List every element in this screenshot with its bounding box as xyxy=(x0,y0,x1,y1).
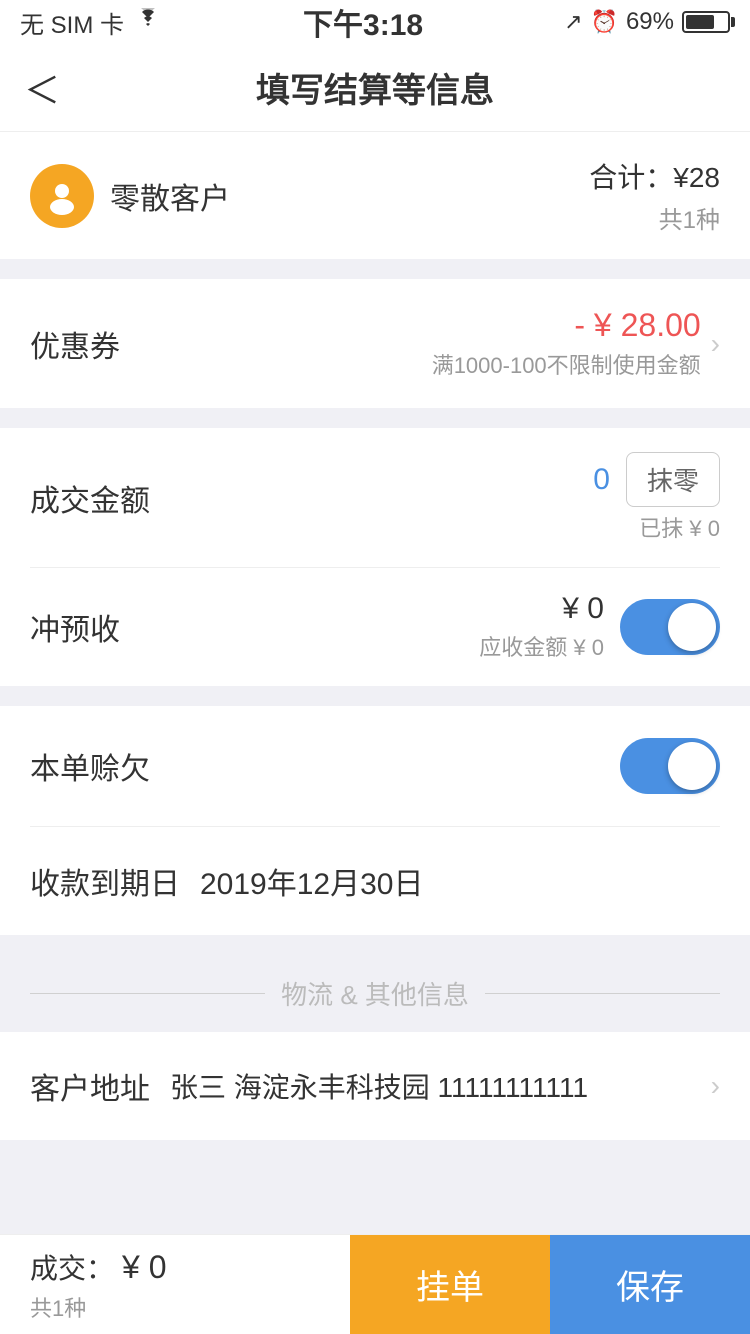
coupon-label: 优惠券 xyxy=(30,322,120,366)
deal-section: 成交金额 0 抹零 已抹 ¥ 0 冲预收 ¥ 0 应收金额 ¥ 0 xyxy=(0,428,750,686)
address-value: 张三 海淀永丰科技园 11111111111 xyxy=(170,1066,588,1106)
content: 零散客户 合计：¥28 共1种 优惠券 - ¥ 28.00 满1000-100不… xyxy=(0,132,750,1260)
total-amount: 合计：¥28 xyxy=(589,156,720,196)
address-left: 客户地址 张三 海淀永丰科技园 11111111111 xyxy=(30,1064,588,1108)
prepaid-amount: ¥ 0 xyxy=(479,592,604,626)
coupon-right: - ¥ 28.00 满1000-100不限制使用金额 › xyxy=(432,307,720,380)
due-date-row: 收款到期日 2019年12月30日 xyxy=(0,827,750,935)
coupon-discount: - ¥ 28.00 xyxy=(432,307,701,344)
chevron-right-icon: › xyxy=(711,328,720,360)
coupon-desc: 满1000-100不限制使用金额 xyxy=(432,348,701,380)
bottom-deal: 成交： ¥ 0 xyxy=(30,1247,320,1287)
avatar xyxy=(30,164,94,228)
logistics-line-left xyxy=(30,993,265,994)
customer-section: 零散客户 合计：¥28 共1种 xyxy=(0,132,750,259)
logistics-label: 物流 & 其他信息 xyxy=(281,975,469,1012)
debt-toggle-knob xyxy=(668,742,716,790)
wifi-icon xyxy=(134,8,162,37)
address-label: 客户地址 xyxy=(30,1064,150,1108)
location-icon: ↗ xyxy=(564,9,582,35)
deal-amount-right: 0 抹零 已抹 ¥ 0 xyxy=(593,452,720,543)
bottom-info: 成交： ¥ 0 共1种 xyxy=(0,1235,350,1334)
nav-bar: ＜ 填写结算等信息 xyxy=(0,44,750,132)
bottom-deal-label: 成交： xyxy=(30,1247,114,1287)
carrier-label: 无 SIM 卡 xyxy=(20,5,124,40)
address-section: 客户地址 张三 海淀永丰科技园 11111111111 › xyxy=(0,1032,750,1140)
prepaid-sub: 应收金额 ¥ 0 xyxy=(479,630,604,662)
logistics-divider: 物流 & 其他信息 xyxy=(0,955,750,1032)
logistics-line-right xyxy=(485,993,720,994)
round-zero-button[interactable]: 抹零 xyxy=(626,452,720,507)
status-right: ↗ ⏰ 69% xyxy=(564,8,730,36)
address-row[interactable]: 客户地址 张三 海淀永丰科技园 11111111111 › xyxy=(0,1032,750,1140)
bottom-count: 共1种 xyxy=(30,1291,320,1323)
prepaid-row: 冲预收 ¥ 0 应收金额 ¥ 0 xyxy=(0,568,750,686)
customer-left: 零散客户 xyxy=(30,164,230,228)
debt-section: 本单赊欠 收款到期日 2019年12月30日 xyxy=(0,706,750,935)
back-button[interactable]: ＜ xyxy=(24,62,60,114)
battery-percent: 69% xyxy=(626,8,674,36)
battery-icon xyxy=(682,11,730,33)
total-count: 共1种 xyxy=(589,200,720,235)
prepaid-amount-block: ¥ 0 应收金额 ¥ 0 xyxy=(479,592,604,662)
save-button[interactable]: 保存 xyxy=(550,1235,750,1334)
coupon-row[interactable]: 优惠券 - ¥ 28.00 满1000-100不限制使用金额 › xyxy=(0,279,750,408)
prepaid-label: 冲预收 xyxy=(30,605,120,649)
status-bar: 无 SIM 卡 下午3:18 ↗ ⏰ 69% xyxy=(0,0,750,44)
hang-order-button[interactable]: 挂单 xyxy=(350,1235,550,1334)
alarm-icon: ⏰ xyxy=(591,9,618,35)
coupon-info: - ¥ 28.00 满1000-100不限制使用金额 xyxy=(432,307,701,380)
debt-toggle[interactable] xyxy=(620,738,720,794)
bottom-bar: 成交： ¥ 0 共1种 挂单 保存 xyxy=(0,1234,750,1334)
debt-label: 本单赊欠 xyxy=(30,744,150,788)
page-title: 填写结算等信息 xyxy=(256,63,494,112)
address-chevron-icon: › xyxy=(711,1070,720,1102)
due-date-value: 2019年12月30日 xyxy=(200,859,423,903)
due-date-label: 收款到期日 xyxy=(30,859,180,903)
debt-row: 本单赊欠 xyxy=(0,706,750,826)
customer-row: 零散客户 合计：¥28 共1种 xyxy=(0,132,750,259)
deal-amount-label: 成交金额 xyxy=(30,476,150,520)
bottom-deal-amount: ¥ 0 xyxy=(122,1249,166,1286)
customer-name: 零散客户 xyxy=(110,174,230,218)
status-time: 下午3:18 xyxy=(303,0,423,44)
deal-amount-row: 成交金额 0 抹零 已抹 ¥ 0 xyxy=(0,428,750,567)
prepaid-toggle[interactable] xyxy=(620,599,720,655)
coupon-section: 优惠券 - ¥ 28.00 满1000-100不限制使用金额 › xyxy=(0,279,750,408)
deal-amount-sub: 已抹 ¥ 0 xyxy=(593,511,720,543)
prepaid-right: ¥ 0 应收金额 ¥ 0 xyxy=(479,592,720,662)
status-left: 无 SIM 卡 xyxy=(20,5,162,40)
customer-right: 合计：¥28 共1种 xyxy=(589,156,720,235)
toggle-knob xyxy=(668,603,716,651)
deal-amount-value: 0 xyxy=(593,463,610,497)
